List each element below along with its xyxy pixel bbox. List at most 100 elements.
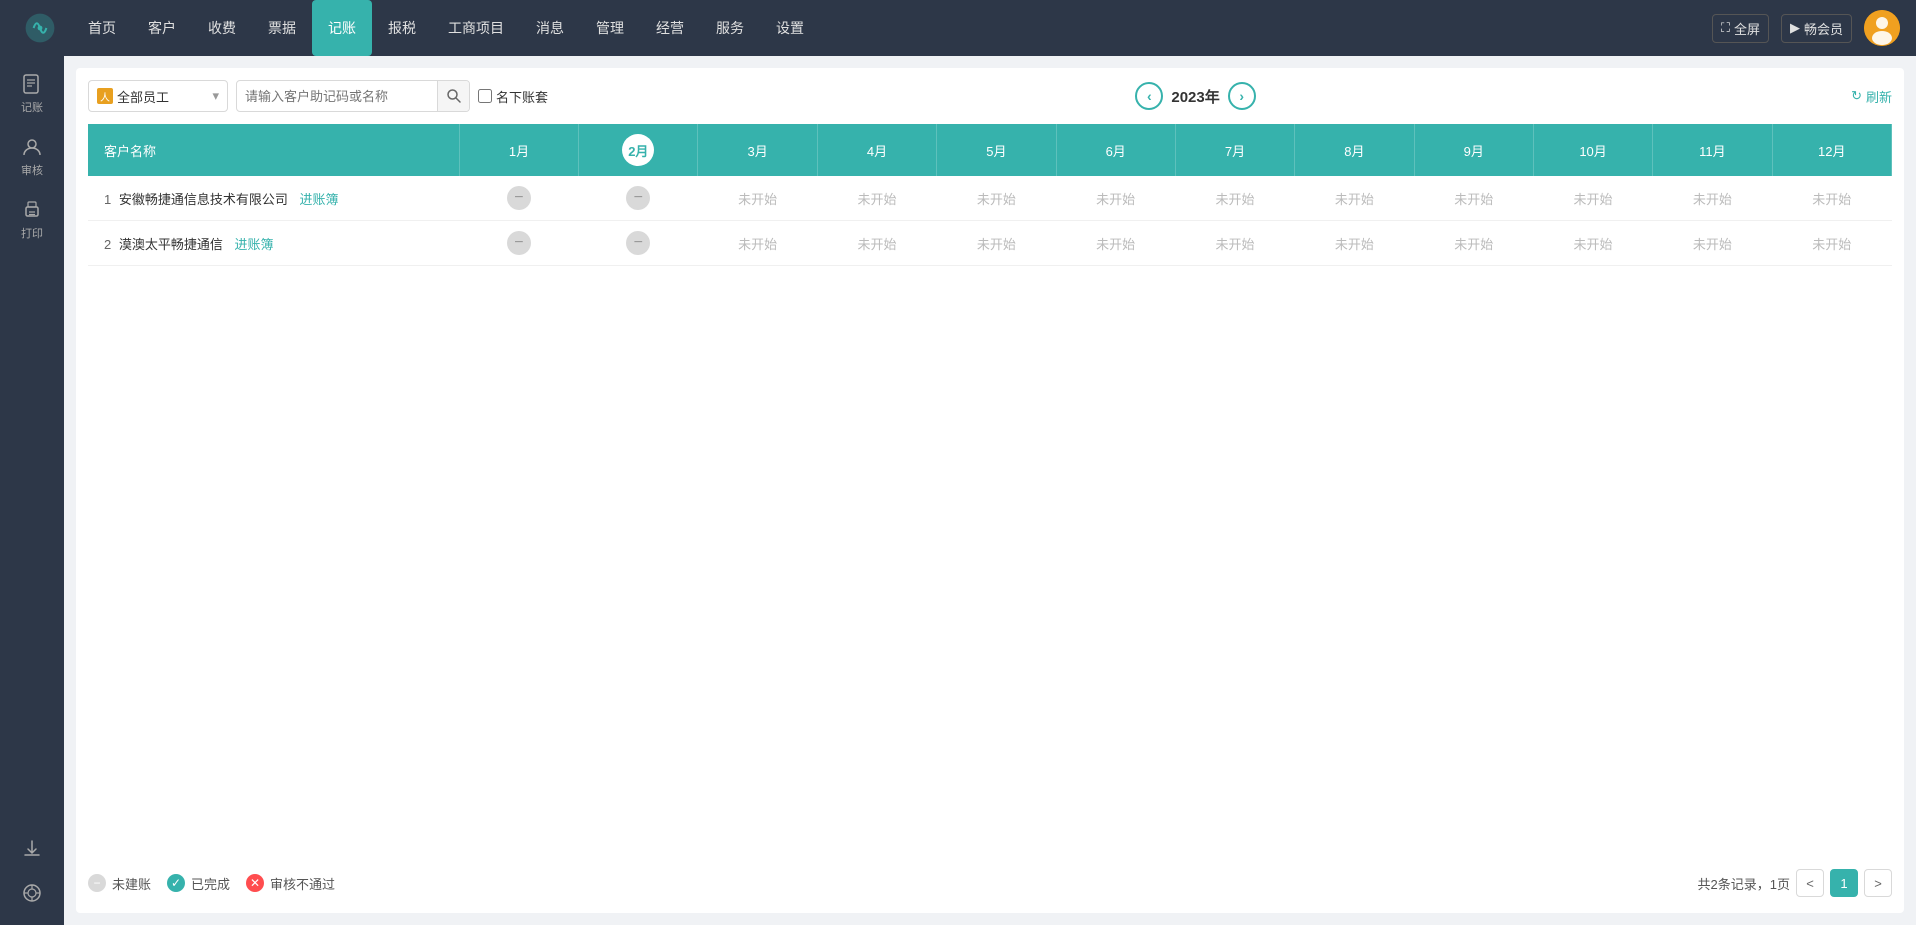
status-not-started: 未开始 <box>1216 192 1255 207</box>
status-dash-icon: − <box>507 231 531 255</box>
table-row: 2 漠澳太平畅捷通信 进账簿 − − 未开始 未开始 未开始 未开始 未开始 未… <box>88 221 1892 266</box>
status-not-started: 未开始 <box>738 237 777 252</box>
book-icon <box>20 72 44 96</box>
row2-m8: 未开始 <box>1295 221 1414 266</box>
legend-rejected: ✕ 审核不通过 <box>246 874 335 893</box>
my-accounts-checkbox[interactable] <box>478 89 492 103</box>
sidebar-print-label: 打印 <box>21 225 43 241</box>
fullscreen-button[interactable]: ⛶ 全屏 <box>1712 14 1769 43</box>
status-not-started: 未开始 <box>1335 192 1374 207</box>
nav-bookkeeping[interactable]: 记账 <box>312 0 372 56</box>
table-row: 1 安徽畅捷通信息技术有限公司 进账簿 − − 未开始 未开始 未开始 未开始 … <box>88 176 1892 221</box>
main-layout: 记账 审核 打印 <box>0 56 1916 925</box>
row1-m4: 未开始 <box>817 176 936 221</box>
status-not-started: 未开始 <box>1454 237 1493 252</box>
status-not-started: 未开始 <box>1812 237 1851 252</box>
row1-m7: 未开始 <box>1175 176 1294 221</box>
row2-m12: 未开始 <box>1772 221 1891 266</box>
row2-m10: 未开始 <box>1533 221 1652 266</box>
header-row: 客户名称 1月 2月 3月 4月 5月 6月 7月 8月 9月 <box>88 124 1892 176</box>
nav-invoices[interactable]: 票据 <box>252 0 312 56</box>
search-button[interactable] <box>437 80 469 112</box>
year-nav: ‹ 2023年 › <box>1135 82 1255 110</box>
sidebar-review-label: 审核 <box>21 162 43 178</box>
col-header-sep: 9月 <box>1414 124 1533 176</box>
content-card: 人 全部员工 ▾ 名下账套 <box>76 68 1904 913</box>
row1-enter-link[interactable]: 进账簿 <box>300 192 339 207</box>
row1-m3: 未开始 <box>698 176 817 221</box>
user-avatar[interactable] <box>1864 10 1900 46</box>
legend-completed: ✓ 已完成 <box>167 874 230 893</box>
legend-dot-red: ✕ <box>246 874 264 892</box>
row2-m1: − <box>459 221 578 266</box>
refresh-button[interactable]: ↻ 刷新 <box>1851 87 1892 106</box>
sidebar-item-print[interactable]: 打印 <box>4 190 60 249</box>
sidebar-item-review[interactable]: 审核 <box>4 127 60 186</box>
col-header-jan: 1月 <box>459 124 578 176</box>
fullscreen-label: 全屏 <box>1734 19 1760 38</box>
table-wrapper: 客户名称 1月 2月 3月 4月 5月 6月 7月 8月 9月 <box>88 124 1892 859</box>
sidebar-bookkeeping-label: 记账 <box>21 99 43 115</box>
row2-m3: 未开始 <box>698 221 817 266</box>
row2-m4: 未开始 <box>817 221 936 266</box>
status-not-started: 未开始 <box>1096 192 1135 207</box>
row1-company-name: 安徽畅捷通信息技术有限公司 <box>119 192 288 207</box>
search-input[interactable] <box>237 89 437 104</box>
table-footer: − 未建账 ✓ 已完成 ✕ 审核不通过 共2条记录， <box>88 859 1892 901</box>
nav-management[interactable]: 管理 <box>580 0 640 56</box>
my-accounts-checkbox-wrap[interactable]: 名下账套 <box>478 87 548 106</box>
status-not-started: 未开始 <box>1096 237 1135 252</box>
next-page-button[interactable]: > <box>1864 869 1892 897</box>
sidebar: 记账 审核 打印 <box>0 56 64 925</box>
vip-label: 畅会员 <box>1804 19 1843 38</box>
legend-not-built-label: 未建账 <box>112 874 151 893</box>
status-not-started: 未开始 <box>1454 192 1493 207</box>
status-not-started: 未开始 <box>738 192 777 207</box>
row2-name-cell: 2 漠澳太平畅捷通信 进账簿 <box>88 221 459 266</box>
row1-m6: 未开始 <box>1056 176 1175 221</box>
legend-dot-gray: − <box>88 874 106 892</box>
nav-business[interactable]: 工商项目 <box>432 0 520 56</box>
refresh-label: 刷新 <box>1866 87 1892 106</box>
status-dash-icon: − <box>507 186 531 210</box>
employee-select[interactable]: 人 全部员工 ▾ <box>88 80 228 112</box>
row2-enter-link[interactable]: 进账簿 <box>235 237 274 252</box>
nav-messages[interactable]: 消息 <box>520 0 580 56</box>
vip-button[interactable]: ▶ 畅会员 <box>1781 14 1852 43</box>
search-wrap <box>236 80 470 112</box>
legend-completed-label: 已完成 <box>191 874 230 893</box>
row1-m12: 未开始 <box>1772 176 1891 221</box>
row1-m5: 未开始 <box>937 176 1056 221</box>
legend-not-built: − 未建账 <box>88 874 151 893</box>
nav-billing[interactable]: 收费 <box>192 0 252 56</box>
nav-settings[interactable]: 设置 <box>760 0 820 56</box>
sidebar-item-support[interactable] <box>4 873 60 913</box>
sidebar-item-bookkeeping[interactable]: 记账 <box>4 64 60 123</box>
nav-service[interactable]: 服务 <box>700 0 760 56</box>
prev-year-button[interactable]: ‹ <box>1135 82 1163 110</box>
status-not-started: 未开始 <box>1216 237 1255 252</box>
status-not-started: 未开始 <box>1693 192 1732 207</box>
toolbar: 人 全部员工 ▾ 名下账套 <box>88 80 1892 112</box>
row1-m10: 未开始 <box>1533 176 1652 221</box>
status-not-started: 未开始 <box>977 192 1016 207</box>
col-header-name: 客户名称 <box>88 124 459 176</box>
legend-rejected-label: 审核不通过 <box>270 874 335 893</box>
nav-tax[interactable]: 报税 <box>372 0 432 56</box>
employee-label: 全部员工 <box>117 87 208 106</box>
row2-m11: 未开始 <box>1653 221 1772 266</box>
year-label: 2023年 <box>1171 86 1219 107</box>
status-dash-icon: − <box>626 186 650 210</box>
page-1-button[interactable]: 1 <box>1830 869 1858 897</box>
status-dash-icon: − <box>626 231 650 255</box>
dropdown-arrow-icon: ▾ <box>212 88 219 104</box>
prev-page-button[interactable]: < <box>1796 869 1824 897</box>
nav-home[interactable]: 首页 <box>72 0 132 56</box>
nav-operations[interactable]: 经营 <box>640 0 700 56</box>
col-header-jun: 6月 <box>1056 124 1175 176</box>
table-body: 1 安徽畅捷通信息技术有限公司 进账簿 − − 未开始 未开始 未开始 未开始 … <box>88 176 1892 266</box>
next-year-button[interactable]: › <box>1228 82 1256 110</box>
nav-customers[interactable]: 客户 <box>132 0 192 56</box>
col-header-oct: 10月 <box>1533 124 1652 176</box>
sidebar-item-download[interactable] <box>4 829 60 869</box>
